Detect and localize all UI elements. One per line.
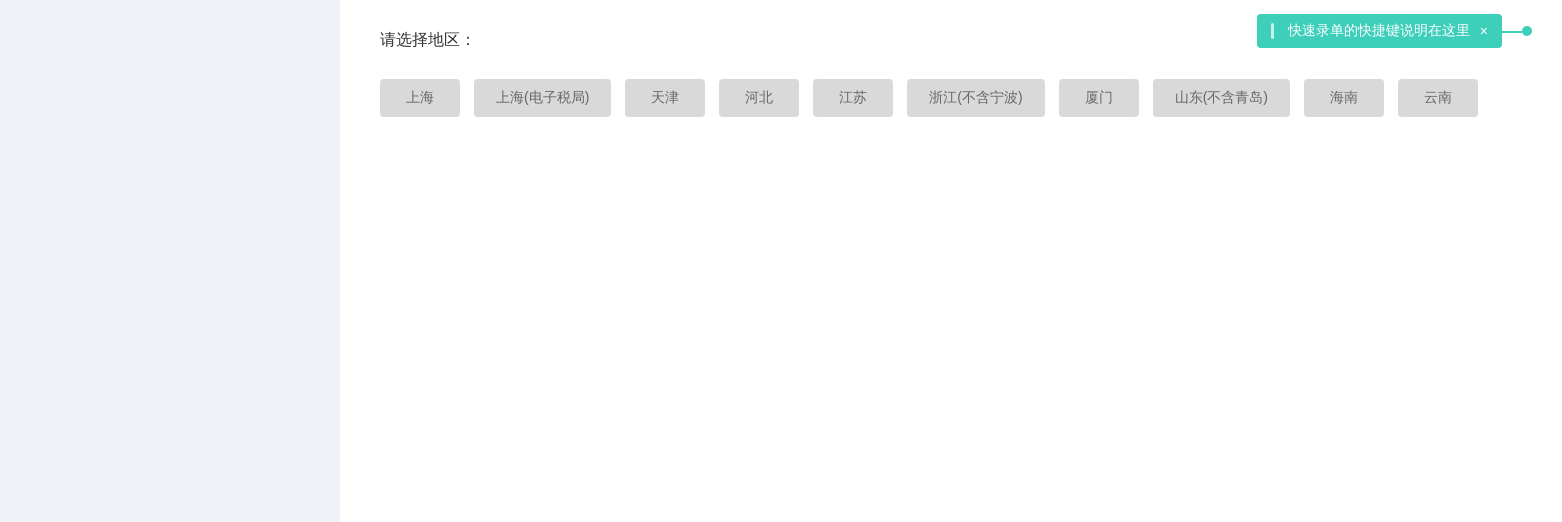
region-button-1[interactable]: 上海(电子税局) xyxy=(474,79,611,117)
sidebar xyxy=(0,0,340,522)
region-button-2[interactable]: 天津 xyxy=(625,79,705,117)
region-button-7[interactable]: 山东(不含青岛) xyxy=(1153,79,1290,117)
region-button-5[interactable]: 浙江(不含宁波) xyxy=(907,79,1044,117)
tooltip-text: 快速录单的快捷键说明在这里 xyxy=(1288,22,1470,40)
region-button-9[interactable]: 云南 xyxy=(1398,79,1478,117)
region-button-0[interactable]: 上海 xyxy=(380,79,460,117)
tooltip-banner: 快速录单的快捷键说明在这里 × xyxy=(1257,14,1502,48)
region-button-3[interactable]: 河北 xyxy=(719,79,799,117)
tooltip-line xyxy=(1500,31,1522,33)
tooltip-close-button[interactable]: × xyxy=(1480,24,1488,38)
region-button-4[interactable]: 江苏 xyxy=(813,79,893,117)
tooltip-dot xyxy=(1522,26,1532,36)
region-button-6[interactable]: 厦门 xyxy=(1059,79,1139,117)
region-button-8[interactable]: 海南 xyxy=(1304,79,1384,117)
region-button-group: 上海上海(电子税局) 天津河北江苏浙江(不含宁波) 厦门山东(不含青岛) 海南云南 xyxy=(380,79,1522,117)
main-content: 请选择地区： 上海上海(电子税局)天津河北江苏浙江(不含宁波)厦门山东(不含青岛… xyxy=(340,0,1562,522)
